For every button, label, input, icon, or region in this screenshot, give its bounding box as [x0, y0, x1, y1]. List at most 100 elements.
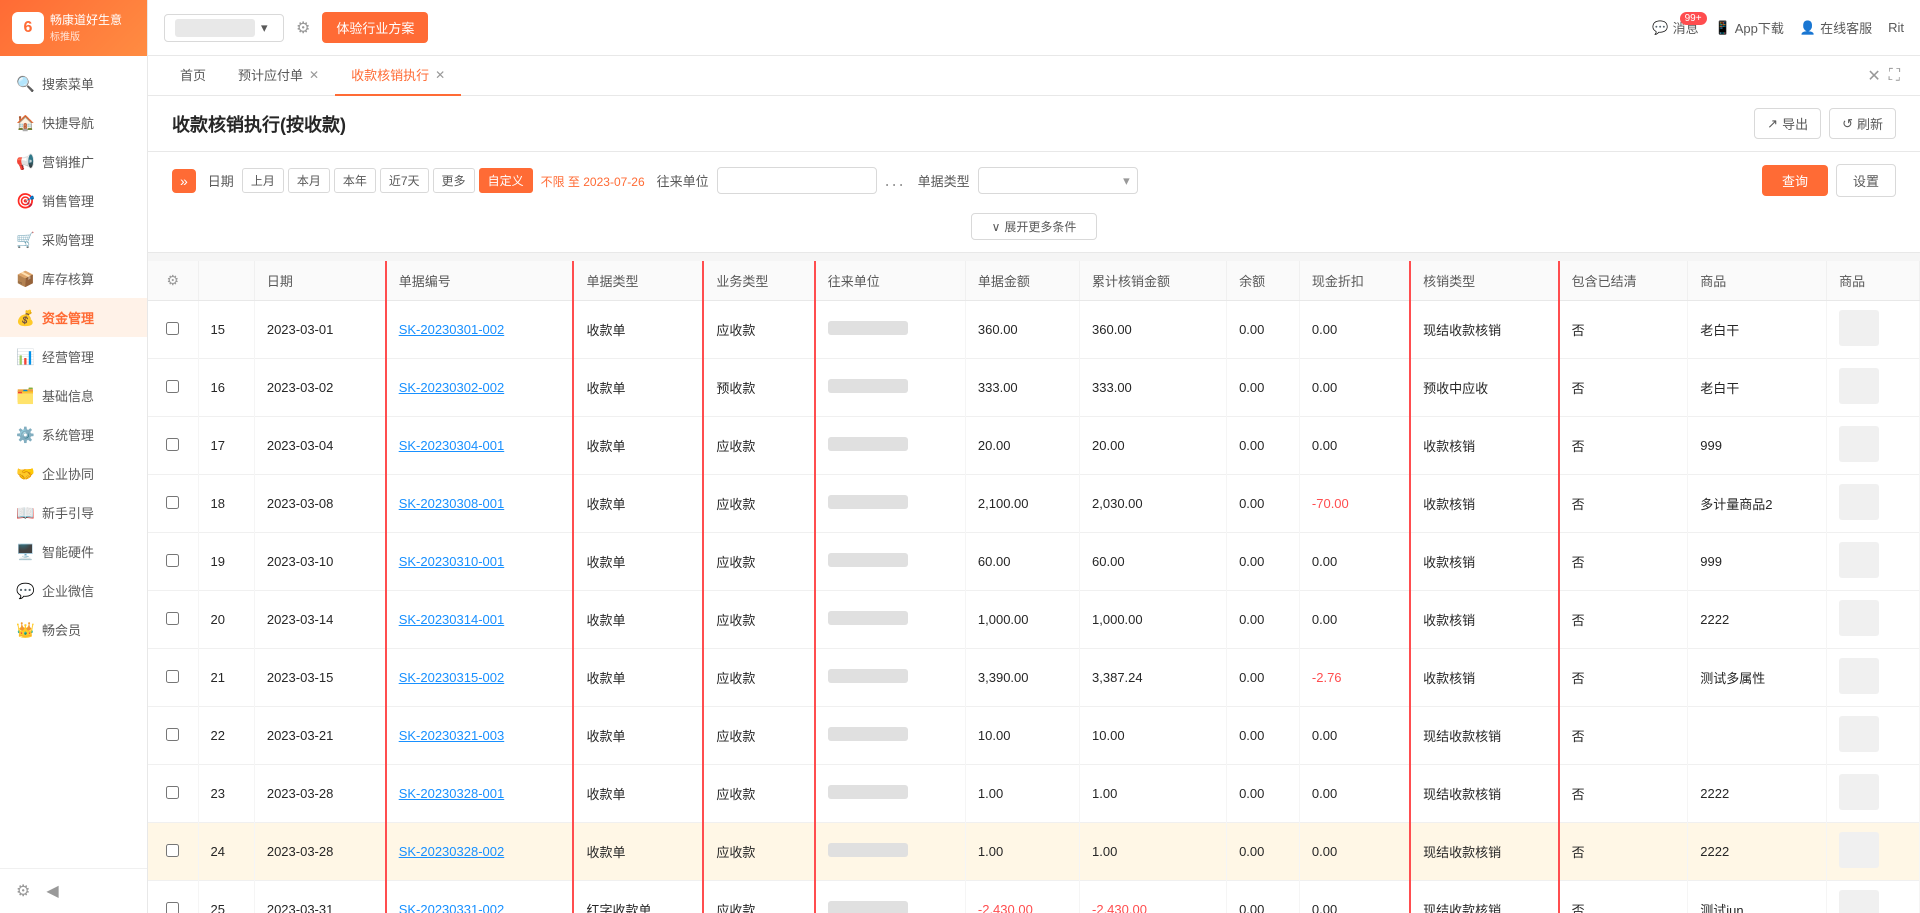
sidebar-item-sales[interactable]: 🎯 销售管理 — [0, 181, 147, 220]
date-btn-more[interactable]: 更多 — [433, 168, 475, 193]
sidebar-item-guide[interactable]: 📖 新手引导 — [0, 493, 147, 532]
sidebar-item-marketing[interactable]: 📢 营销推广 — [0, 142, 147, 181]
row-checkbox[interactable] — [148, 475, 198, 533]
row-goods2 — [1827, 649, 1920, 707]
row-bill-no[interactable]: SK-20230328-002 — [386, 823, 574, 881]
tab-prepay-close[interactable]: ✕ — [309, 68, 319, 82]
table-row[interactable]: 19 2023-03-10 SK-20230310-001 收款单 应收款 60… — [148, 533, 1920, 591]
row-chx-type: 现结收款核销 — [1410, 765, 1559, 823]
app-download-btn[interactable]: 📱 App下载 — [1715, 18, 1784, 37]
tab-bar: 首页 预计应付单 ✕ 收款核销执行 ✕ ✕ ⛶ — [148, 56, 1920, 96]
query-btn[interactable]: 查询 — [1762, 165, 1828, 196]
row-bill-no[interactable]: SK-20230321-003 — [386, 707, 574, 765]
table-row[interactable]: 23 2023-03-28 SK-20230328-001 收款单 应收款 1.… — [148, 765, 1920, 823]
row-checkbox[interactable] — [148, 591, 198, 649]
collapse-icon[interactable]: ◀ — [46, 881, 58, 901]
row-bill-no[interactable]: SK-20230302-002 — [386, 359, 574, 417]
row-balance: 0.00 — [1227, 881, 1300, 913]
sidebar-item-wechat[interactable]: 💬 企业微信 — [0, 571, 147, 610]
box-icon: 📦 — [16, 270, 34, 288]
unit-filter-input[interactable] — [717, 167, 877, 194]
date-btn-last-month[interactable]: 上月 — [242, 168, 284, 193]
sidebar-item-corp[interactable]: 🤝 企业协同 — [0, 454, 147, 493]
table-row[interactable]: 15 2023-03-01 SK-20230301-002 收款单 应收款 36… — [148, 301, 1920, 359]
table-row[interactable]: 16 2023-03-02 SK-20230302-002 收款单 预收款 33… — [148, 359, 1920, 417]
date-btn-custom[interactable]: 自定义 — [479, 168, 533, 193]
tab-home[interactable]: 首页 — [164, 56, 222, 96]
sidebar-item-shortcut[interactable]: 🏠 快捷导航 — [0, 103, 147, 142]
row-date: 2023-03-28 — [254, 823, 385, 881]
data-table: ⚙ 日期 单据编号 单据类型 业务类型 往来单位 单据金额 累计核销金额 余额 … — [148, 261, 1920, 913]
table-row[interactable]: 22 2023-03-21 SK-20230321-003 收款单 应收款 10… — [148, 707, 1920, 765]
row-verify-amount: 1,000.00 — [1080, 591, 1227, 649]
tab-prepay[interactable]: 预计应付单 ✕ — [222, 56, 335, 96]
book-icon: 📖 — [16, 504, 34, 522]
filter-expand-btn[interactable]: » — [172, 169, 196, 193]
date-btn-this-year[interactable]: 本年 — [334, 168, 376, 193]
date-btn-this-month[interactable]: 本月 — [288, 168, 330, 193]
message-btn[interactable]: 💬 消息 99+ — [1652, 18, 1698, 37]
sidebar-item-label: 企业协同 — [42, 464, 94, 483]
filter-settings-btn[interactable]: 设置 — [1836, 164, 1896, 197]
topbar-gear-icon[interactable]: ⚙ — [292, 14, 314, 42]
row-checkbox[interactable] — [148, 359, 198, 417]
table-row[interactable]: 20 2023-03-14 SK-20230314-001 收款单 应收款 1,… — [148, 591, 1920, 649]
sidebar-item-hardware[interactable]: 🖥️ 智能硬件 — [0, 532, 147, 571]
sidebar-item-purchase[interactable]: 🛒 采购管理 — [0, 220, 147, 259]
bill-type-filter-label: 单据类型 — [918, 171, 970, 190]
row-cash-discount: 0.00 — [1299, 765, 1410, 823]
row-bill-no[interactable]: SK-20230301-002 — [386, 301, 574, 359]
row-bill-no[interactable]: SK-20230304-001 — [386, 417, 574, 475]
row-bill-no[interactable]: SK-20230331-002 — [386, 881, 574, 913]
company-selector[interactable]: ▾ — [164, 14, 284, 42]
sidebar-item-sys[interactable]: ⚙️ 系统管理 — [0, 415, 147, 454]
table-row[interactable]: 17 2023-03-04 SK-20230304-001 收款单 应收款 20… — [148, 417, 1920, 475]
tab-collection-close[interactable]: ✕ — [435, 68, 445, 82]
sidebar-item-member[interactable]: 👑 畅会员 — [0, 610, 147, 649]
row-bill-no[interactable]: SK-20230308-001 — [386, 475, 574, 533]
row-checkbox[interactable] — [148, 823, 198, 881]
row-checkbox[interactable] — [148, 765, 198, 823]
row-checkbox[interactable] — [148, 649, 198, 707]
col-settings-icon[interactable]: ⚙ — [166, 272, 179, 288]
col-bill-type-header: 单据类型 — [573, 261, 703, 301]
settings-bottom-icon[interactable]: ⚙ — [16, 881, 30, 901]
row-checkbox[interactable] — [148, 881, 198, 913]
sidebar-item-search[interactable]: 🔍 搜索菜单 — [0, 64, 147, 103]
user-avatar[interactable]: Rit — [1888, 20, 1904, 35]
table-row[interactable]: 21 2023-03-15 SK-20230315-002 收款单 应收款 3,… — [148, 649, 1920, 707]
expand-more-row: ∨ 展开更多条件 — [172, 209, 1896, 240]
refresh-btn[interactable]: ↺ 刷新 — [1829, 108, 1896, 139]
row-verify-amount: 360.00 — [1080, 301, 1227, 359]
unit-filter-dots[interactable]: ... — [885, 170, 906, 191]
sidebar-item-base[interactable]: 🗂️ 基础信息 — [0, 376, 147, 415]
tab-collection[interactable]: 收款核销执行 ✕ — [335, 56, 461, 96]
cart-icon: 🛒 — [16, 231, 34, 249]
row-bill-no[interactable]: SK-20230310-001 — [386, 533, 574, 591]
row-amount: 20.00 — [965, 417, 1079, 475]
row-bill-no[interactable]: SK-20230314-001 — [386, 591, 574, 649]
row-checkbox[interactable] — [148, 301, 198, 359]
col-settings-header[interactable]: ⚙ — [148, 261, 198, 301]
export-btn[interactable]: ↗ 导出 — [1754, 108, 1821, 139]
online-service-btn[interactable]: 👤 在线客服 — [1800, 18, 1872, 37]
date-btn-7days[interactable]: 近7天 — [380, 168, 429, 193]
sidebar-item-funds[interactable]: 💰 资金管理 — [0, 298, 147, 337]
table-row[interactable]: 25 2023-03-31 SK-20230331-002 红字收款单 应收款 … — [148, 881, 1920, 913]
row-checkbox[interactable] — [148, 417, 198, 475]
bill-type-select[interactable] — [978, 167, 1138, 194]
row-checkbox[interactable] — [148, 533, 198, 591]
table-row[interactable]: 24 2023-03-28 SK-20230328-002 收款单 应收款 1.… — [148, 823, 1920, 881]
expand-more-btn[interactable]: ∨ 展开更多条件 — [971, 213, 1098, 240]
sidebar-item-ops[interactable]: 📊 经营管理 — [0, 337, 147, 376]
row-bill-no[interactable]: SK-20230328-001 — [386, 765, 574, 823]
tab-fullscreen-icon[interactable]: ⛶ — [1885, 63, 1904, 89]
sidebar-item-inventory[interactable]: 📦 库存核算 — [0, 259, 147, 298]
row-bill-no[interactable]: SK-20230315-002 — [386, 649, 574, 707]
row-checkbox[interactable] — [148, 707, 198, 765]
row-bill-type: 收款单 — [573, 475, 703, 533]
industry-btn[interactable]: 体验行业方案 — [322, 12, 428, 43]
row-amount: 333.00 — [965, 359, 1079, 417]
tab-close-all-icon[interactable]: ✕ — [1863, 62, 1884, 90]
table-row[interactable]: 18 2023-03-08 SK-20230308-001 收款单 应收款 2,… — [148, 475, 1920, 533]
